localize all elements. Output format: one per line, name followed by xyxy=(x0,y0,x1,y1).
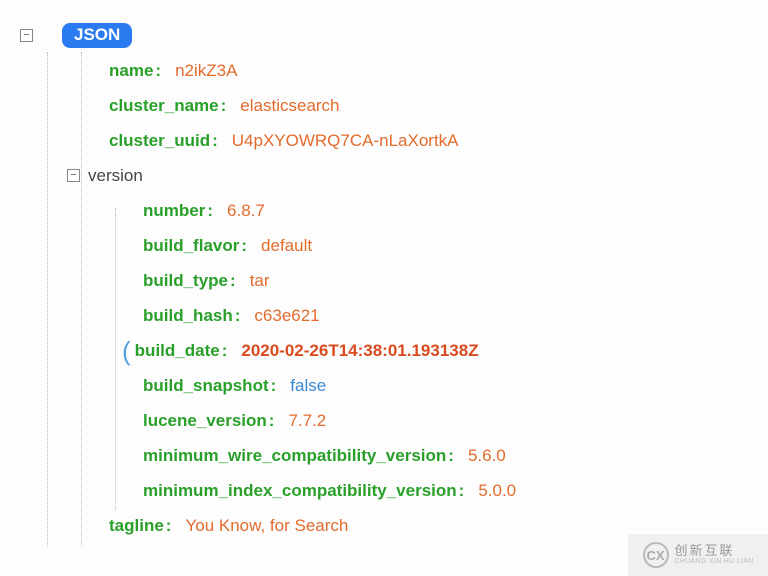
key-label: build_flavor xyxy=(143,236,239,256)
key-label: minimum_index_compatibility_version xyxy=(143,481,457,501)
key-label: build_date xyxy=(135,341,220,361)
colon: : xyxy=(448,446,454,466)
colon: : xyxy=(271,376,277,396)
key-label: tagline xyxy=(109,516,164,536)
colon: : xyxy=(230,271,236,291)
tree-row-cluster-name[interactable]: cluster_name : elasticsearch xyxy=(20,88,748,123)
tree-row-build-flavor[interactable]: build_flavor : default xyxy=(20,228,748,263)
colon: : xyxy=(222,341,228,361)
tree-row-build-snapshot[interactable]: build_snapshot : false xyxy=(20,368,748,403)
watermark-cn: 创新互联 xyxy=(675,544,754,558)
colon: : xyxy=(459,481,465,501)
key-label: build_type xyxy=(143,271,228,291)
colon: : xyxy=(155,61,161,81)
object-label: version xyxy=(88,166,143,186)
colon: : xyxy=(166,516,172,536)
value: U4pXYOWRQ7CA-nLaXortkA xyxy=(232,131,459,151)
watermark-logo-icon: CX xyxy=(643,542,669,568)
value: false xyxy=(290,376,326,396)
json-tree: − JSON name : n2ikZ3A cluster_name : ela… xyxy=(20,18,748,543)
spacer xyxy=(41,29,54,42)
key-label: cluster_uuid xyxy=(109,131,210,151)
tree-row-version-number[interactable]: number : 6.8.7 xyxy=(20,193,748,228)
watermark-text: 创新互联 CHUANG XIN HU LIAN xyxy=(675,544,754,566)
json-badge: JSON xyxy=(62,23,132,48)
tree-row-build-type[interactable]: build_type : tar xyxy=(20,263,748,298)
tree-root-row[interactable]: − JSON xyxy=(20,18,748,53)
key-label: name xyxy=(109,61,153,81)
colon: : xyxy=(221,96,227,116)
tree-row-min-index-compat[interactable]: minimum_index_compatibility_version : 5.… xyxy=(20,473,748,508)
value: 6.8.7 xyxy=(227,201,265,221)
tree-row-version[interactable]: − version xyxy=(20,158,748,193)
value: default xyxy=(261,236,312,256)
tree-row-lucene-version[interactable]: lucene_version : 7.7.2 xyxy=(20,403,748,438)
value: elasticsearch xyxy=(240,96,339,116)
watermark: CX 创新互联 CHUANG XIN HU LIAN xyxy=(628,534,768,576)
value: tar xyxy=(250,271,270,291)
colon: : xyxy=(207,201,213,221)
tree-row-min-wire-compat[interactable]: minimum_wire_compatibility_version : 5.6… xyxy=(20,438,748,473)
tree-row-cluster-uuid[interactable]: cluster_uuid : U4pXYOWRQ7CA-nLaXortkA xyxy=(20,123,748,158)
value: 5.6.0 xyxy=(468,446,506,466)
highlight-brace-icon: ( xyxy=(122,338,131,364)
key-label: build_snapshot xyxy=(143,376,269,396)
colon: : xyxy=(235,306,241,326)
key-label: cluster_name xyxy=(109,96,219,116)
key-label: lucene_version xyxy=(143,411,267,431)
key-label: minimum_wire_compatibility_version xyxy=(143,446,446,466)
value: 7.7.2 xyxy=(288,411,326,431)
value: n2ikZ3A xyxy=(175,61,237,81)
value: You Know, for Search xyxy=(185,516,348,536)
value: 5.0.0 xyxy=(478,481,516,501)
tree-row-name[interactable]: name : n2ikZ3A xyxy=(20,53,748,88)
colon: : xyxy=(241,236,247,256)
colon: : xyxy=(269,411,275,431)
colon: : xyxy=(212,131,218,151)
collapse-toggle[interactable]: − xyxy=(67,169,80,182)
key-label: build_hash xyxy=(143,306,233,326)
tree-row-build-date[interactable]: ( build_date : 2020-02-26T14:38:01.19313… xyxy=(20,333,748,368)
watermark-en: CHUANG XIN HU LIAN xyxy=(675,558,754,566)
collapse-toggle[interactable]: − xyxy=(20,29,33,42)
tree-row-build-hash[interactable]: build_hash : c63e621 xyxy=(20,298,748,333)
key-label: number xyxy=(143,201,205,221)
value: 2020-02-26T14:38:01.193138Z xyxy=(241,341,478,361)
value: c63e621 xyxy=(254,306,319,326)
